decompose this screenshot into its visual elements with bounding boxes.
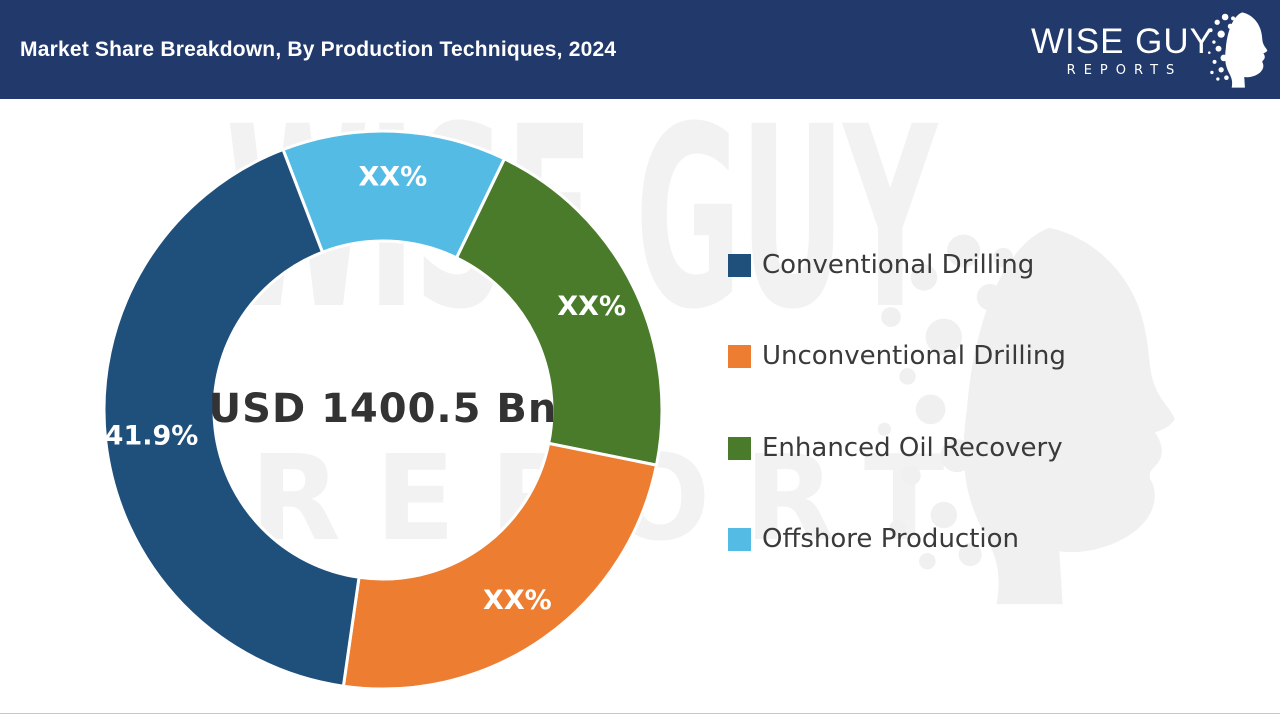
donut-center-value: USD 1400.5 Bn [208,386,558,432]
legend-swatch-icon [728,527,751,551]
page-title: Market Share Breakdown, By Production Te… [20,38,617,61]
legend-swatch-icon [728,253,751,277]
logo-head-icon [1204,7,1270,93]
legend-item-enhanced-oil-recovery[interactable]: Enhanced Oil Recovery [728,433,1063,463]
legend-swatch-icon [728,436,751,460]
logo-name: WISE GUY [1030,21,1214,61]
header-bar: Market Share Breakdown, By Production Te… [0,0,1280,99]
legend-swatch-icon [728,344,751,368]
legend-item-offshore-production[interactable]: Offshore Production [728,524,1020,554]
segment-value-label: XX% [483,585,552,616]
legend-label: Offshore Production [762,524,1020,554]
logo-tagline: REPORTS [1066,62,1183,78]
wise-guy-logo: WISE GUY REPORTS [1031,0,1270,99]
legend-label: Conventional Drilling [762,250,1035,280]
legend-label: Enhanced Oil Recovery [762,433,1063,463]
segment-value-label: XX% [557,291,626,322]
legend-label: Unconventional Drilling [762,341,1066,371]
legend-item-conventional-drilling[interactable]: Conventional Drilling [728,250,1035,280]
footer-divider [0,713,1280,714]
segment-value-label: XX% [358,162,427,193]
donut-segment-unconventional-drilling[interactable] [341,441,658,691]
chart-canvas: WISE GUY REPORTS XX%XX%XX%41.9% USD 1400… [0,99,1280,714]
legend-item-unconventional-drilling[interactable]: Unconventional Drilling [728,341,1066,371]
